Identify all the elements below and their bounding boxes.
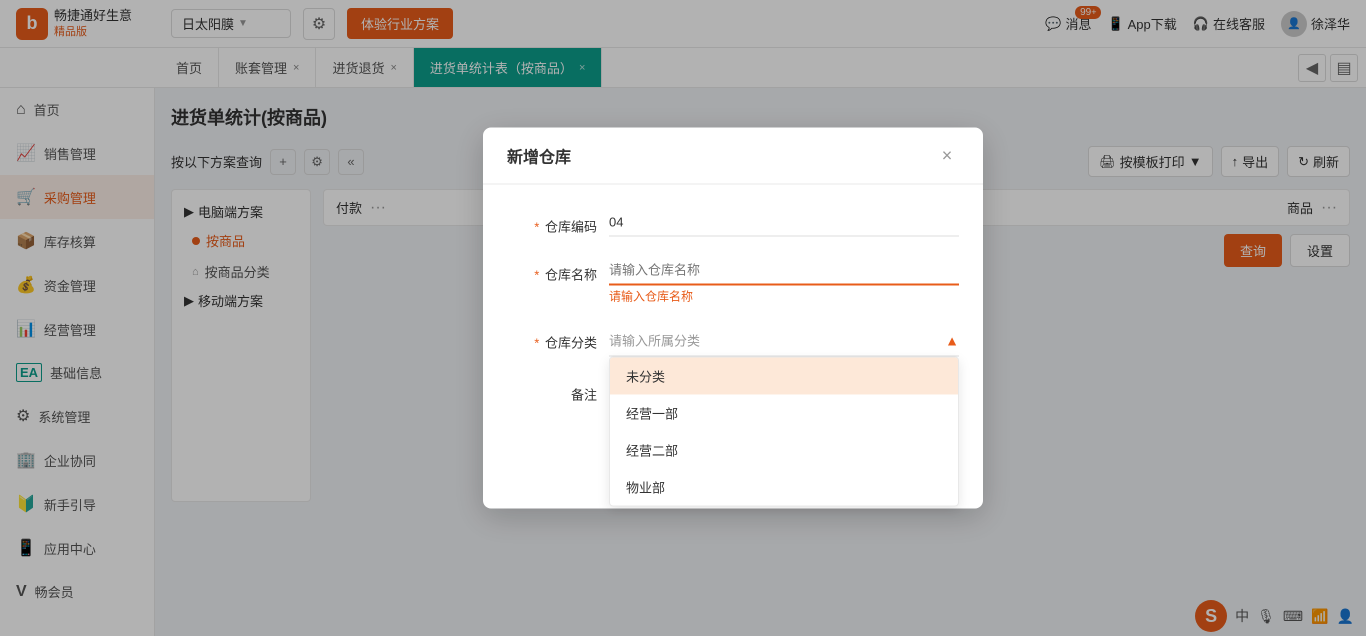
warehouse-name-label: * 仓库名称 (507, 257, 597, 284)
category-placeholder: 请输入所属分类 (609, 331, 700, 350)
dropdown-item-uncategorized[interactable]: 未分类 (610, 358, 958, 395)
dropdown-item-dept1[interactable]: 经营一部 (610, 395, 958, 432)
modal-header: 新增仓库 × (483, 128, 983, 185)
warehouse-category-select[interactable]: 请输入所属分类 ▲ (609, 325, 959, 357)
modal-body: * 仓库编码 * 仓库名称 请输入仓库名称 * 仓库分类 (483, 185, 983, 441)
warehouse-code-input[interactable] (609, 209, 959, 237)
modal-title: 新增仓库 (507, 144, 571, 168)
add-warehouse-modal: 新增仓库 × * 仓库编码 * 仓库名称 请输入仓库名称 (483, 128, 983, 509)
modal-close-button[interactable]: × (935, 144, 959, 168)
warehouse-name-field: 请输入仓库名称 (609, 257, 959, 305)
warehouse-name-error: 请输入仓库名称 (609, 288, 959, 305)
dropdown-item-dept2[interactable]: 经营二部 (610, 432, 958, 469)
warehouse-category-label: * 仓库分类 (507, 325, 597, 352)
warehouse-category-field[interactable]: 请输入所属分类 ▲ 未分类 经营一部 经营二部 物业部 (609, 325, 959, 357)
warehouse-name-input[interactable] (609, 257, 959, 286)
chevron-up-icon: ▲ (945, 332, 959, 348)
category-dropdown: 未分类 经营一部 经营二部 物业部 (609, 357, 959, 507)
warehouse-code-row: * 仓库编码 (507, 209, 959, 237)
warehouse-category-row: * 仓库分类 请输入所属分类 ▲ 未分类 经营一部 经营二部 物业部 (507, 325, 959, 357)
warehouse-code-field (609, 209, 959, 237)
dropdown-item-property[interactable]: 物业部 (610, 469, 958, 506)
warehouse-code-label: * 仓库编码 (507, 209, 597, 236)
warehouse-name-row: * 仓库名称 请输入仓库名称 (507, 257, 959, 305)
warehouse-note-label: 备注 (507, 377, 597, 404)
